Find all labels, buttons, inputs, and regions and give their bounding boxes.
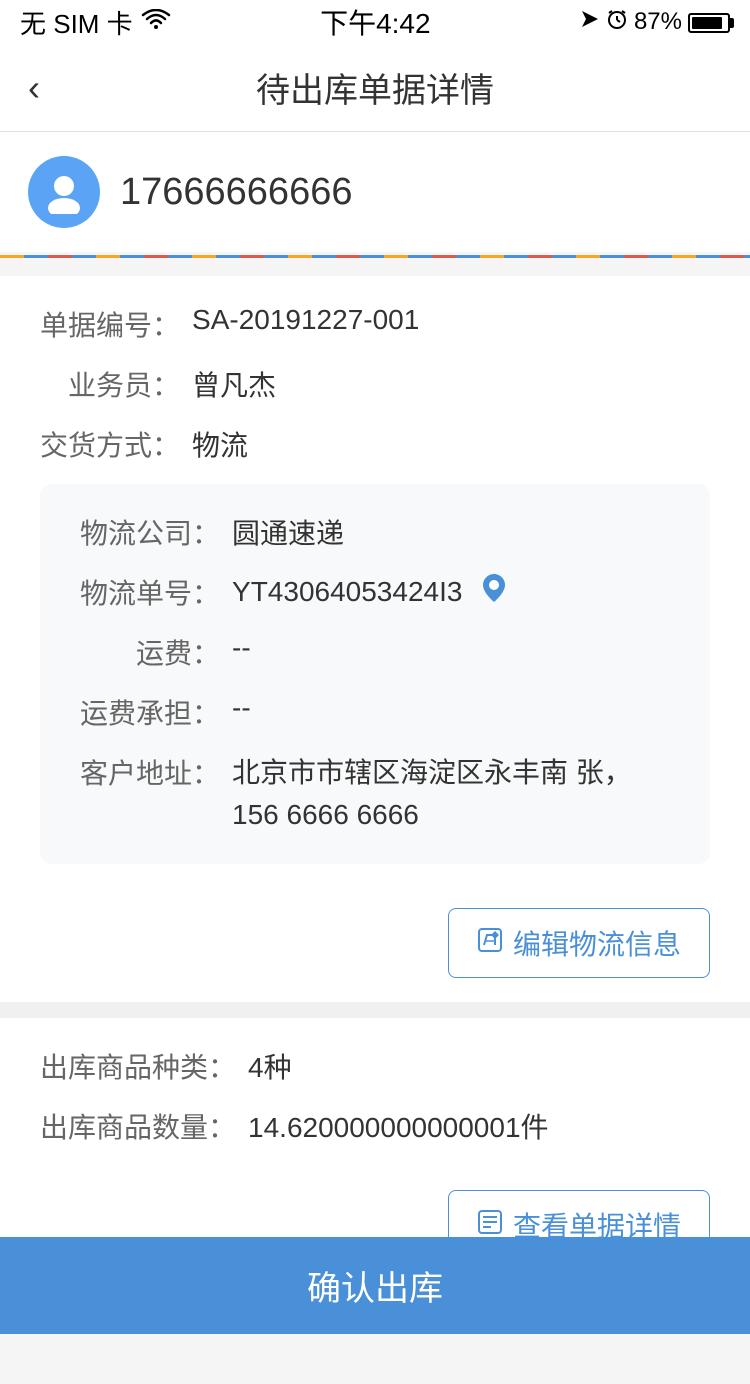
confirm-section: 确认出库 — [0, 1237, 750, 1334]
back-button[interactable]: ‹ — [28, 67, 40, 109]
edit-logistics-section: 编辑物流信息 — [0, 892, 750, 1002]
status-time: 下午4:42 — [320, 2, 431, 42]
freight-bearer-label: 运费承担： — [80, 692, 220, 732]
section-divider — [0, 1002, 750, 1018]
tracking-number: YT43064053424I3 — [232, 576, 462, 608]
salesman-value: 曾凡杰 — [192, 364, 710, 404]
battery-percentage: 87% — [634, 8, 682, 36]
edit-logistics-label: 编辑物流信息 — [513, 923, 681, 963]
goods-quantity-row: 出库商品数量： 14.620000000000001件 — [40, 1106, 710, 1146]
wifi-icon — [141, 7, 171, 38]
salesman-row: 业务员： 曾凡杰 — [40, 364, 710, 404]
goods-types-row: 出库商品种类： 4种 — [40, 1046, 710, 1086]
status-right: 87% — [580, 8, 730, 37]
location-service-icon — [580, 8, 600, 36]
edit-icon — [477, 927, 503, 960]
goods-section: 出库商品种类： 4种 出库商品数量： 14.620000000000001件 — [0, 1018, 750, 1174]
order-no-label: 单据编号： — [40, 304, 180, 344]
tracking-label: 物流单号： — [80, 572, 220, 612]
edit-logistics-button[interactable]: 编辑物流信息 — [448, 908, 710, 978]
order-no-row: 单据编号： SA-20191227-001 — [40, 304, 710, 344]
address-label: 客户地址： — [80, 752, 220, 792]
order-info-section: 单据编号： SA-20191227-001 业务员： 曾凡杰 交货方式： 物流 … — [0, 276, 750, 892]
battery-icon — [688, 8, 730, 36]
logistics-card: 物流公司： 圆通速递 物流单号： YT43064053424I3 运费： — [40, 484, 710, 864]
goods-types-value: 4种 — [248, 1046, 292, 1086]
customer-section: 17666666666 — [0, 132, 750, 252]
freight-value: -- — [232, 632, 670, 664]
carrier-text: 无 SIM 卡 — [20, 4, 133, 41]
tracking-row: 物流单号： YT43064053424I3 — [80, 572, 670, 612]
order-no-value: SA-20191227-001 — [192, 304, 710, 336]
dashed-divider — [0, 252, 750, 260]
freight-bearer-row: 运费承担： -- — [80, 692, 670, 732]
page-title: 待出库单据详情 — [256, 63, 494, 112]
main-content: 17666666666 单据编号： SA-20191227-001 业务员： 曾… — [0, 132, 750, 1384]
status-bar: 无 SIM 卡 下午4:42 87% — [0, 0, 750, 44]
status-left: 无 SIM 卡 — [20, 4, 171, 41]
address-value: 北京市市辖区海淀区永丰南 张，156 6666 6666 — [232, 752, 670, 836]
customer-phone: 17666666666 — [120, 171, 352, 214]
nav-bar: ‹ 待出库单据详情 — [0, 44, 750, 132]
logistics-company-label: 物流公司： — [80, 512, 220, 552]
confirm-button[interactable]: 确认出库 — [40, 1261, 710, 1310]
location-pin-icon[interactable] — [478, 572, 510, 611]
delivery-label: 交货方式： — [40, 424, 180, 464]
goods-quantity-value: 14.620000000000001件 — [248, 1106, 549, 1146]
freight-row: 运费： -- — [80, 632, 670, 672]
freight-bearer-value: -- — [232, 692, 670, 724]
tracking-value: YT43064053424I3 — [232, 572, 670, 611]
salesman-label: 业务员： — [40, 364, 180, 404]
goods-quantity-label: 出库商品数量： — [40, 1106, 236, 1146]
delivery-value: 物流 — [192, 424, 710, 464]
logistics-company-row: 物流公司： 圆通速递 — [80, 512, 670, 552]
address-row: 客户地址： 北京市市辖区海淀区永丰南 张，156 6666 6666 — [80, 752, 670, 836]
alarm-icon — [606, 8, 628, 37]
freight-label: 运费： — [80, 632, 220, 672]
avatar — [28, 156, 100, 228]
goods-types-label: 出库商品种类： — [40, 1046, 236, 1086]
delivery-row: 交货方式： 物流 — [40, 424, 710, 464]
logistics-company-value: 圆通速递 — [232, 512, 670, 552]
